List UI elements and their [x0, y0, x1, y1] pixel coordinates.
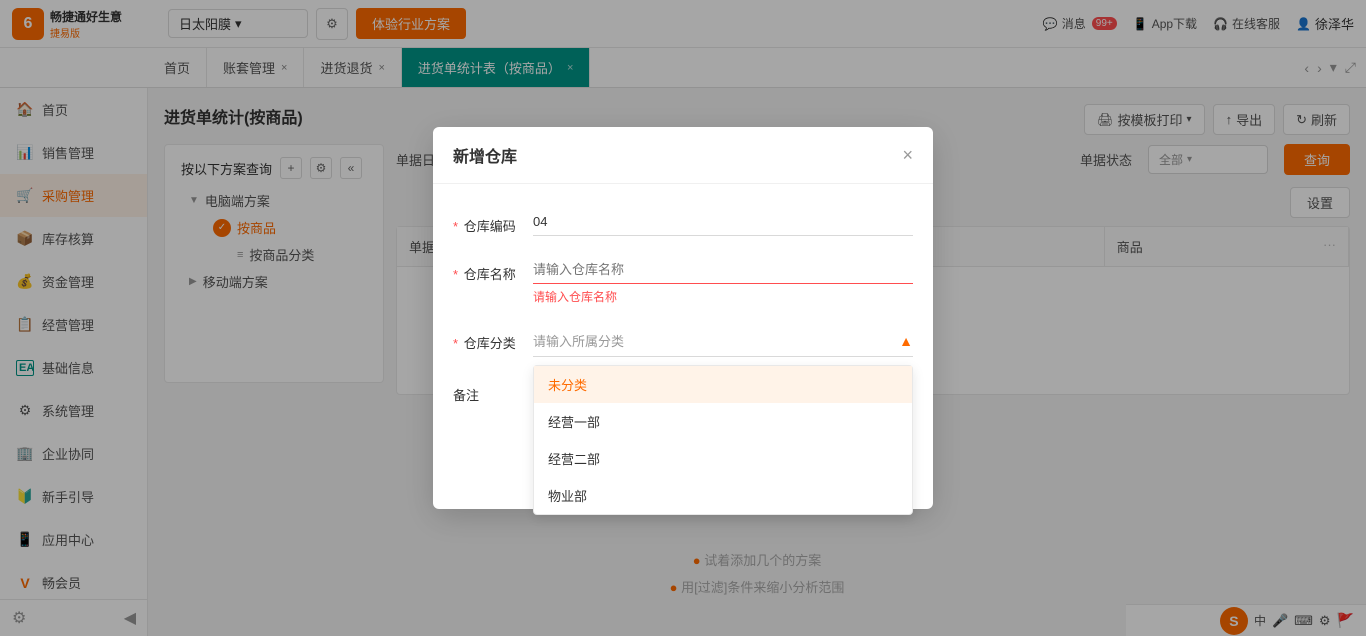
chevron-up-icon: ▲: [899, 333, 913, 349]
category-dropdown: 未分类 经营一部 经营二部 物业部: [533, 365, 913, 515]
new-warehouse-dialog: 新增仓库 × * 仓库编码 * 仓库名称: [433, 127, 933, 509]
warehouse-code-row: * 仓库编码: [453, 208, 913, 236]
warehouse-name-input[interactable]: [533, 256, 913, 284]
modal-overlay: 新增仓库 × * 仓库编码 * 仓库名称: [0, 0, 1366, 636]
dialog-close-button[interactable]: ×: [902, 145, 913, 166]
warehouse-code-input[interactable]: [533, 208, 913, 236]
dialog-body: * 仓库编码 * 仓库名称 请输入仓库名称: [433, 184, 933, 449]
dialog-header: 新增仓库 ×: [433, 127, 933, 184]
warehouse-category-placeholder: 请输入所属分类: [533, 331, 624, 350]
dropdown-item-dept2[interactable]: 经营二部: [534, 440, 912, 477]
dropdown-item-unclassified[interactable]: 未分类: [534, 366, 912, 403]
dialog-title: 新增仓库: [453, 143, 517, 167]
dropdown-item-dept3[interactable]: 物业部: [534, 477, 912, 514]
warehouse-category-row: * 仓库分类 请输入所属分类 ▲ 未分类 经营一部 经营二部 物业部: [453, 325, 913, 357]
warehouse-name-row: * 仓库名称 请输入仓库名称: [453, 256, 913, 305]
dropdown-item-dept1[interactable]: 经营一部: [534, 403, 912, 440]
warehouse-category-select[interactable]: 请输入所属分类 ▲: [533, 325, 913, 357]
warehouse-name-error: 请输入仓库名称: [533, 288, 913, 305]
